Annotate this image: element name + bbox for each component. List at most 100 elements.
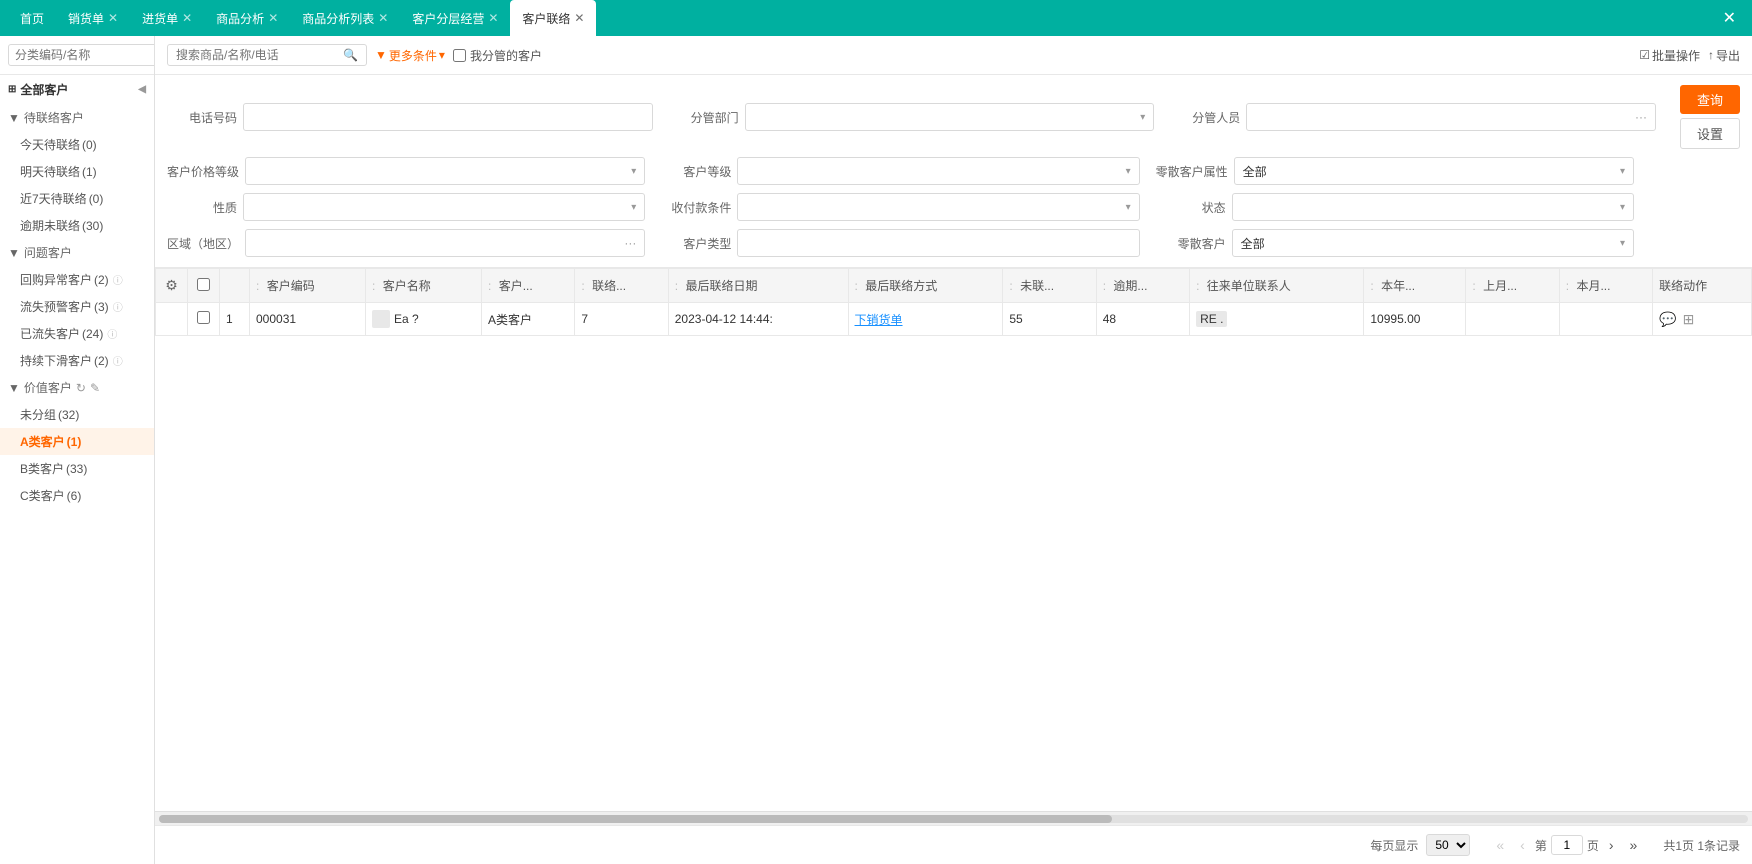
col-contact[interactable]: : 联络...	[575, 269, 668, 303]
col-code[interactable]: : 客户编码	[250, 269, 366, 303]
nav-product-analysis-close[interactable]: ✕	[268, 11, 278, 25]
first-page-btn[interactable]: «	[1490, 835, 1510, 855]
nature-select[interactable]: ▾	[243, 193, 645, 221]
row-check[interactable]	[197, 311, 210, 324]
dept-select[interactable]: ▾	[745, 103, 1155, 131]
action-icons: 💬 ⊞	[1659, 311, 1745, 328]
status-select[interactable]: ▾	[1232, 193, 1634, 221]
batch-btn[interactable]: ☑ 批量操作	[1639, 47, 1700, 64]
sidebar-item-class-a[interactable]: A类客户 (1)	[0, 428, 154, 455]
nature-caret: ▾	[631, 202, 636, 213]
page-size-select[interactable]: 50	[1426, 834, 1470, 856]
phone-input[interactable]	[243, 103, 653, 131]
info-icon-3: ⓘ	[107, 326, 117, 341]
scrollbar-thumb[interactable]	[159, 815, 1112, 823]
nav-product-analysis[interactable]: 商品分析 ✕	[204, 0, 290, 36]
row-checkbox[interactable]	[188, 303, 220, 336]
sidebar-group-problem[interactable]: ▼ 问题客户	[0, 239, 154, 266]
sidebar-collapse-icon[interactable]: ◀	[138, 84, 146, 95]
col-overdue[interactable]: : 逾期...	[1096, 269, 1189, 303]
sidebar-item-7days[interactable]: 近7天待联络 (0)	[0, 185, 154, 212]
nav-purchase[interactable]: 进货单 ✕	[130, 0, 204, 36]
sidebar-search-input[interactable]	[8, 44, 155, 66]
sidebar-item-churned[interactable]: 已流失客户 (24) ⓘ	[0, 320, 154, 347]
cust-type-input[interactable]	[737, 229, 1139, 257]
sidebar-item-class-b[interactable]: B类客户 (33)	[0, 455, 154, 482]
retail-attr-label: 零散客户属性	[1156, 163, 1228, 180]
sidebar-item-repurchase-abnormal[interactable]: 回购异常客户 (2) ⓘ	[0, 266, 154, 293]
cust-type-label: 客户类型	[661, 235, 731, 252]
col-index	[220, 269, 250, 303]
cust-level-select[interactable]: ▾	[737, 157, 1139, 185]
last-page-btn[interactable]: »	[1624, 835, 1644, 855]
filter-search-input[interactable]	[176, 48, 343, 62]
page-input[interactable]	[1551, 835, 1583, 855]
col-this-month[interactable]: : 本月...	[1559, 269, 1652, 303]
manager-label: 分管人员	[1170, 109, 1240, 126]
nav-customer-tier-close[interactable]: ✕	[488, 11, 498, 25]
sidebar-group-value[interactable]: ▼ 价值客户 ↻ ✎	[0, 374, 154, 401]
value-edit-icon[interactable]: ✎	[90, 381, 100, 395]
value-refresh-icon[interactable]: ↻	[76, 381, 86, 395]
sidebar-item-unclassified[interactable]: 未分组 (32)	[0, 401, 154, 428]
qr-icon[interactable]: ⊞	[1683, 311, 1695, 328]
sidebar-item-overdue[interactable]: 逾期未联络 (30)	[0, 212, 154, 239]
sidebar-item-declining[interactable]: 持续下滑客户 (2) ⓘ	[0, 347, 154, 374]
settings-gear-icon[interactable]: ⚙	[165, 277, 178, 293]
price-level-select[interactable]: ▾	[245, 157, 645, 185]
sidebar-item-tomorrow[interactable]: 明天待联络 (1)	[0, 158, 154, 185]
col-checkbox[interactable]	[188, 269, 220, 303]
col-name[interactable]: : 客户名称	[366, 269, 482, 303]
total-info: 共1页 1条记录	[1663, 837, 1740, 854]
setting-btn[interactable]: 设置	[1680, 118, 1740, 149]
my-customers-checkbox[interactable]: 我分管的客户	[453, 47, 542, 64]
retail-attr-select[interactable]: 全部 ▾	[1234, 157, 1634, 185]
last-method-link[interactable]: 下销货单	[855, 313, 903, 327]
sidebar-item-today[interactable]: 今天待联络 (0)	[0, 131, 154, 158]
col-type[interactable]: : 客户...	[482, 269, 575, 303]
nav-purchase-close[interactable]: ✕	[182, 11, 192, 25]
col-unit-contact[interactable]: : 往来单位联系人	[1190, 269, 1364, 303]
horizontal-scrollbar[interactable]	[155, 811, 1752, 825]
col-last-method[interactable]: : 最后联络方式	[848, 269, 1003, 303]
nav-product-analysis-list[interactable]: 商品分析列表 ✕	[290, 0, 400, 36]
my-customers-check[interactable]	[453, 49, 466, 62]
prev-page-btn[interactable]: ‹	[1514, 835, 1531, 855]
manager-input[interactable]: ···	[1246, 103, 1656, 131]
filter-search-icon[interactable]: 🔍	[343, 48, 358, 62]
sidebar-all-customers[interactable]: ⊞ 全部客户 ◀	[0, 75, 154, 104]
sidebar-item-churn-warning[interactable]: 流失预警客户 (3) ⓘ	[0, 293, 154, 320]
filter-field-region: 区域（地区） ···	[167, 229, 645, 257]
nav-product-analysis-list-close[interactable]: ✕	[378, 11, 388, 25]
col-not-contacted[interactable]: : 未联...	[1003, 269, 1096, 303]
nav-customer-contact-close[interactable]: ✕	[574, 11, 584, 25]
next-page-btn[interactable]: ›	[1603, 835, 1620, 855]
col-this-year[interactable]: : 本年...	[1364, 269, 1466, 303]
col-last-month[interactable]: : 上月...	[1466, 269, 1559, 303]
col-gear[interactable]: ⚙	[156, 269, 188, 303]
filter-bar: 🔍 ▼ 更多条件 ▾ 我分管的客户 ☑ 批量操作 ↑ 导出	[155, 36, 1752, 75]
region-input[interactable]: ···	[245, 229, 645, 257]
export-btn[interactable]: ↑ 导出	[1708, 47, 1740, 64]
nav-sales[interactable]: 销货单 ✕	[56, 0, 130, 36]
sidebar-item-class-c[interactable]: C类客户 (6)	[0, 482, 154, 509]
row-last-method[interactable]: 下销货单	[848, 303, 1003, 336]
arrow-pending: ▼	[8, 111, 20, 125]
row-name: Ea ?	[366, 303, 482, 336]
nav-sales-close[interactable]: ✕	[108, 11, 118, 25]
nav-customer-contact[interactable]: 客户联络 ✕	[510, 0, 596, 36]
search-btn[interactable]: 查询	[1680, 85, 1740, 114]
retail-attr-caret: ▾	[1620, 166, 1625, 177]
select-all-checkbox[interactable]	[197, 278, 210, 291]
retail-select[interactable]: 全部 ▾	[1232, 229, 1634, 257]
payment-select[interactable]: ▾	[737, 193, 1139, 221]
sidebar-group-pending[interactable]: ▼ 待联络客户	[0, 104, 154, 131]
page-info: 第 页	[1535, 835, 1599, 855]
nav-home[interactable]: 首页	[8, 0, 56, 36]
chat-icon[interactable]: 💬	[1659, 311, 1676, 328]
col-last-date[interactable]: : 最后联络日期	[668, 269, 848, 303]
row-last-date: 2023-04-12 14:44:	[668, 303, 848, 336]
nav-customer-tier[interactable]: 客户分层经营 ✕	[400, 0, 510, 36]
nav-window-close[interactable]: ✕	[1715, 8, 1744, 28]
filter-more-btn[interactable]: ▼ 更多条件 ▾	[375, 47, 445, 64]
